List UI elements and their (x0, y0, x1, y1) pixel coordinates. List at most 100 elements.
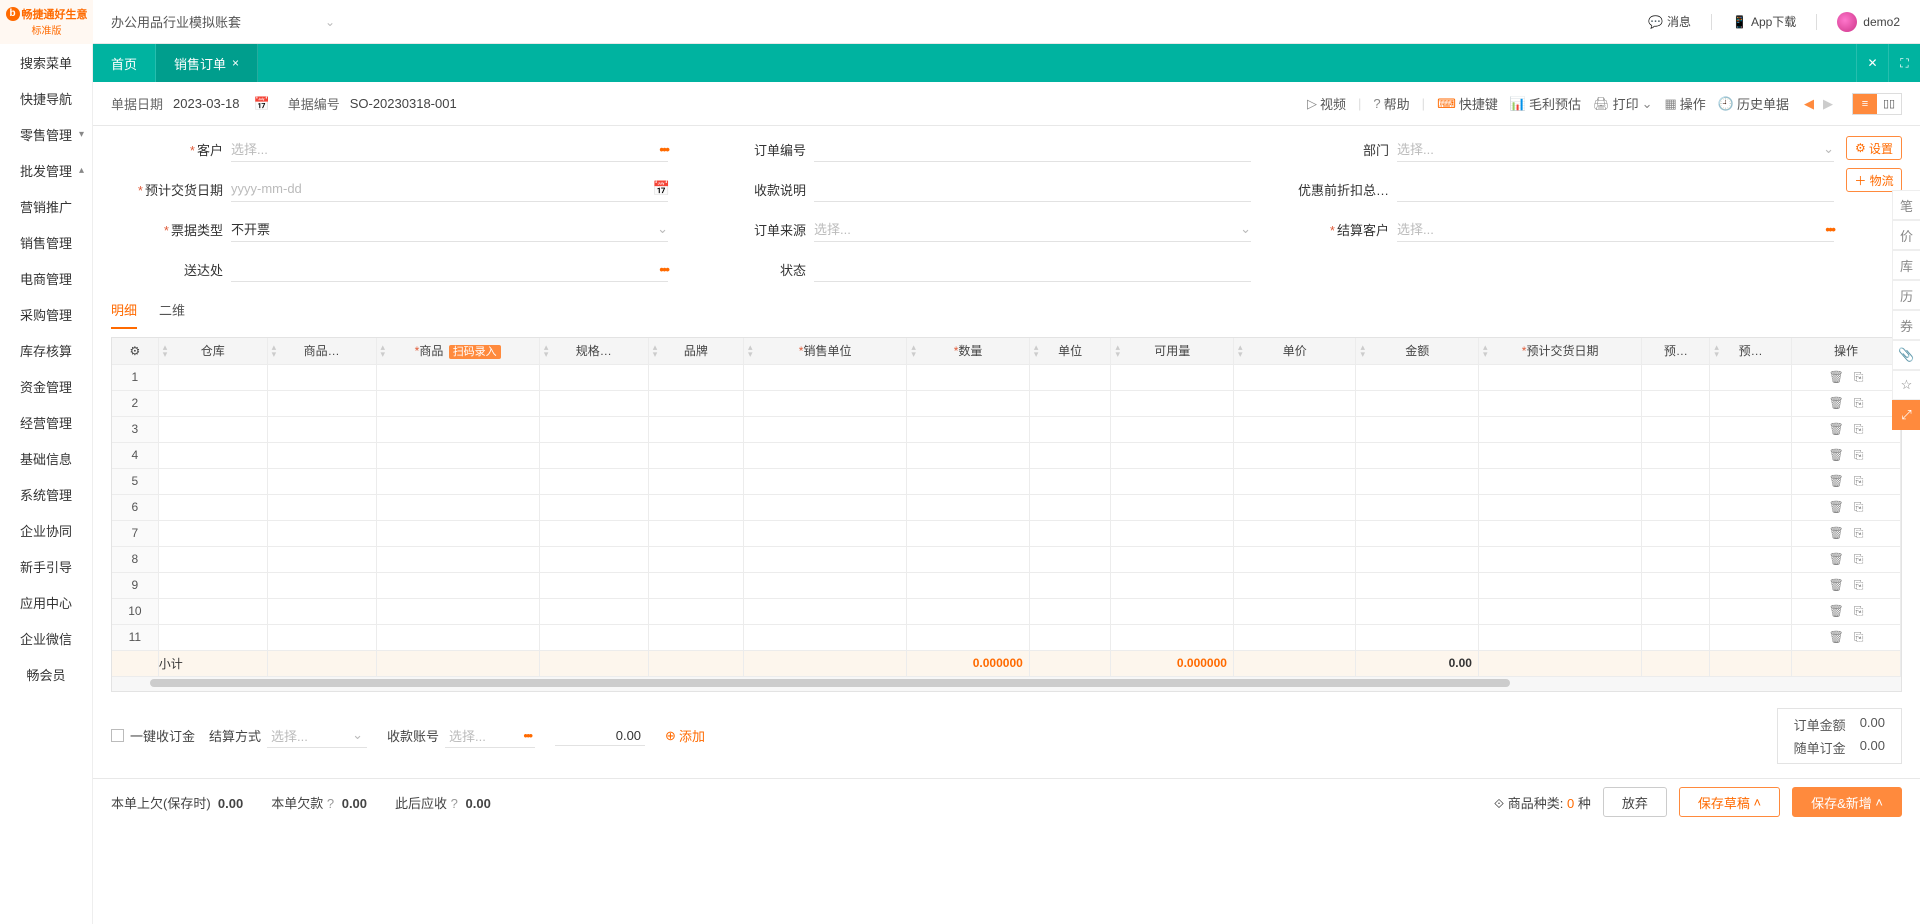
col-product-code[interactable]: ▴▾商品… (267, 338, 376, 364)
order-no-field[interactable] (814, 136, 1251, 162)
messages-link[interactable]: 💬消息 (1648, 13, 1691, 30)
sidebar-system-mgmt[interactable]: 系统管理 (0, 476, 92, 512)
receipt-desc-field[interactable] (814, 176, 1251, 202)
deposit-checkbox[interactable] (111, 729, 124, 742)
tab-home[interactable]: 首页 (93, 44, 156, 82)
logistics-button[interactable]: ＋ 物流 (1846, 168, 1902, 192)
delete-icon[interactable]: 🗑 (1829, 370, 1844, 384)
delete-icon[interactable]: 🗑 (1829, 396, 1844, 410)
sidebar-enterprise-collab[interactable]: 企业协同 (0, 512, 92, 548)
sidebar-enterprise-wechat[interactable]: 企业微信 (0, 620, 92, 656)
detail-tab-2d[interactable]: 二维 (159, 300, 185, 329)
help-link[interactable]: ?帮助 (1373, 94, 1409, 113)
lookup-icon[interactable]: ••• (523, 728, 531, 743)
save-new-button[interactable]: 保存&新增 ˄ (1792, 787, 1902, 817)
horizontal-scrollbar[interactable] (112, 677, 1901, 691)
col-product[interactable]: ▴▾*商品 扫码录入 (376, 338, 539, 364)
col-est-delivery[interactable]: ▴▾*预计交货日期 (1478, 338, 1641, 364)
table-row[interactable]: 11🗑⎘ (112, 624, 1901, 650)
next-button[interactable]: ▶ (1820, 96, 1836, 112)
sidebar-app-center[interactable]: 应用中心 (0, 584, 92, 620)
app-download-link[interactable]: 📱App下载 (1732, 13, 1796, 30)
table-row[interactable]: 8🗑⎘ (112, 546, 1901, 572)
delete-icon[interactable]: 🗑 (1829, 474, 1844, 488)
scan-entry-badge[interactable]: 扫码录入 (449, 345, 501, 359)
history-link[interactable]: 🕘历史单据 (1718, 94, 1789, 113)
sidebar-basic-info[interactable]: 基础信息 (0, 440, 92, 476)
copy-icon[interactable]: ⎘ (1854, 422, 1864, 437)
calendar-icon[interactable]: 📅 (653, 180, 668, 197)
table-row[interactable]: 2🗑⎘ (112, 390, 1901, 416)
close-icon[interactable]: × (232, 56, 239, 70)
delete-icon[interactable]: 🗑 (1829, 422, 1844, 436)
delete-icon[interactable]: 🗑 (1829, 448, 1844, 462)
question-icon[interactable]: ? (451, 796, 458, 811)
col-qty[interactable]: ▴▾*数量 (907, 338, 1030, 364)
sidebar-fund-mgmt[interactable]: 资金管理 (0, 368, 92, 404)
delete-icon[interactable]: 🗑 (1829, 552, 1844, 566)
rail-favorite-icon[interactable]: ☆ (1892, 370, 1920, 400)
video-link[interactable]: ▷视频 (1307, 94, 1346, 113)
delete-icon[interactable]: 🗑 (1829, 630, 1844, 644)
delete-icon[interactable]: 🗑 (1829, 526, 1844, 540)
tab-sales-order[interactable]: 销售订单× (156, 44, 258, 82)
settings-button[interactable]: ⚙ 设置 (1846, 136, 1902, 160)
lookup-icon[interactable]: ••• (1825, 221, 1834, 237)
copy-icon[interactable]: ⎘ (1854, 396, 1864, 411)
close-all-button[interactable]: ✕ (1856, 44, 1888, 82)
copy-icon[interactable]: ⎘ (1854, 500, 1864, 515)
status-field[interactable] (814, 256, 1251, 282)
operate-link[interactable]: ▦操作 (1664, 94, 1705, 113)
delete-icon[interactable]: 🗑 (1829, 604, 1844, 618)
sidebar-purchase-mgmt[interactable]: 采购管理 (0, 296, 92, 332)
calendar-icon[interactable]: 📅 (254, 96, 270, 112)
sidebar-sales-mgmt[interactable]: 销售管理 (0, 224, 92, 260)
col-sale-unit[interactable]: ▴▾*销售单位 (743, 338, 906, 364)
copy-icon[interactable]: ⎘ (1854, 448, 1864, 463)
rail-expand-icon[interactable]: ⤢ (1892, 400, 1920, 430)
col-pre2[interactable]: ▴▾预… (1710, 338, 1792, 364)
table-row[interactable]: 3🗑⎘ (112, 416, 1901, 442)
col-price[interactable]: ▴▾单价 (1233, 338, 1356, 364)
copy-icon[interactable]: ⎘ (1854, 578, 1864, 593)
customer-field[interactable]: 选择...••• (231, 136, 668, 162)
lookup-icon[interactable]: ••• (659, 261, 668, 277)
copy-icon[interactable]: ⎘ (1854, 474, 1864, 489)
settle-method-field[interactable]: 选择...⌄ (267, 724, 367, 748)
pre-discount-field[interactable] (1397, 176, 1834, 202)
sidebar-ecommerce-mgmt[interactable]: 电商管理 (0, 260, 92, 296)
fullscreen-button[interactable]: ⛶ (1888, 44, 1920, 82)
col-pre1[interactable]: 预… (1642, 338, 1710, 364)
col-spec[interactable]: ▴▾规格… (539, 338, 648, 364)
payment-amount-field[interactable]: 0.00 (555, 726, 645, 746)
rail-price[interactable]: 价 (1892, 220, 1920, 250)
col-warehouse[interactable]: ▴▾仓库 (158, 338, 267, 364)
rail-stock[interactable]: 库 (1892, 250, 1920, 280)
col-brand[interactable]: ▴▾品牌 (648, 338, 743, 364)
bill-date-value[interactable]: 2023-03-18 (173, 96, 240, 111)
profit-est-link[interactable]: 📊毛利预估 (1510, 94, 1581, 113)
rail-coupon[interactable]: 券 (1892, 310, 1920, 340)
sidebar-marketing[interactable]: 营销推广 (0, 188, 92, 224)
question-icon[interactable]: ? (327, 796, 334, 811)
rail-history[interactable]: 历 (1892, 280, 1920, 310)
delete-icon[interactable]: 🗑 (1829, 500, 1844, 514)
view-card-button[interactable]: ▯▯ (1877, 94, 1901, 114)
copy-icon[interactable]: ⎘ (1854, 526, 1864, 541)
prev-button[interactable]: ◀ (1801, 96, 1817, 112)
delivery-field[interactable]: ••• (231, 256, 668, 282)
table-row[interactable]: 10🗑⎘ (112, 598, 1901, 624)
sidebar-inventory-check[interactable]: 库存核算 (0, 332, 92, 368)
sidebar-member[interactable]: 畅会员 (0, 656, 92, 692)
receipt-account-field[interactable]: 选择...••• (445, 724, 535, 748)
table-row[interactable]: 6🗑⎘ (112, 494, 1901, 520)
sidebar-quick-nav[interactable]: 快捷导航 (0, 80, 92, 116)
copy-icon[interactable]: ⎘ (1854, 630, 1864, 645)
settle-customer-field[interactable]: 选择...••• (1397, 216, 1834, 242)
view-list-button[interactable]: ≡ (1853, 94, 1877, 114)
copy-icon[interactable]: ⎘ (1854, 604, 1864, 619)
col-unit[interactable]: ▴▾单位 (1029, 338, 1111, 364)
sidebar-newbie-guide[interactable]: 新手引导 (0, 548, 92, 584)
table-row[interactable]: 9🗑⎘ (112, 572, 1901, 598)
user-menu[interactable]: demo2 (1837, 12, 1900, 32)
